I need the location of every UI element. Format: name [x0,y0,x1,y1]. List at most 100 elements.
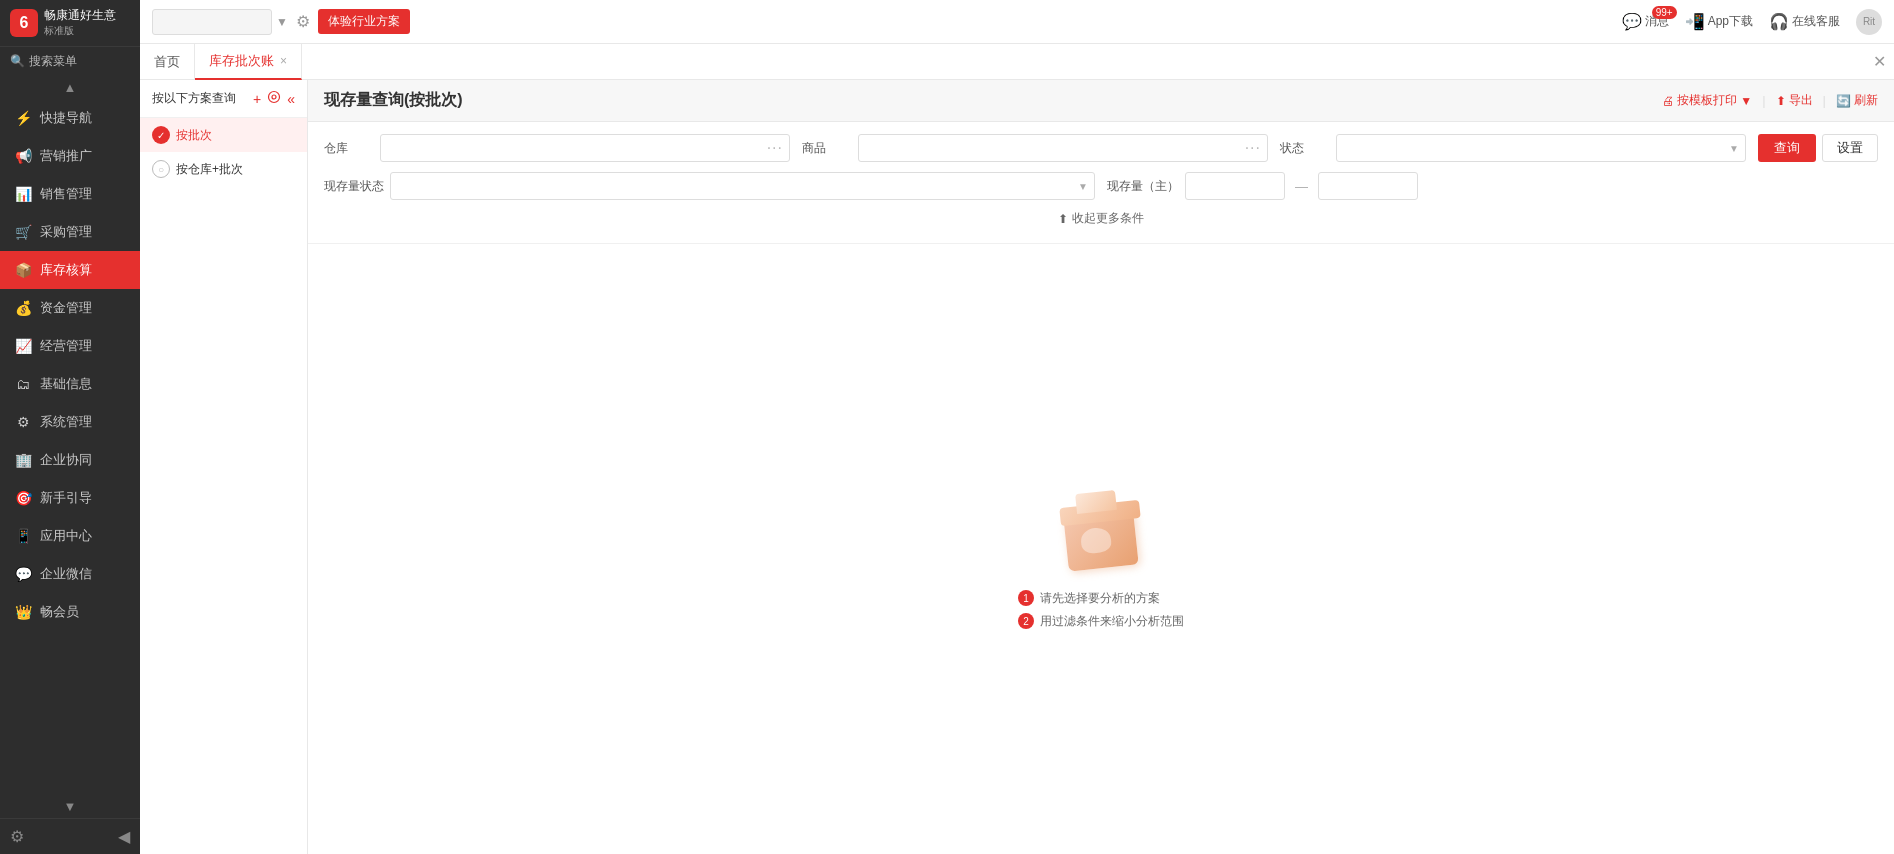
refresh-btn[interactable]: 🔄 刷新 [1836,92,1878,109]
sidebar-item-shortcut[interactable]: ⚡ 快捷导航 [0,99,140,137]
sidebar-item-base[interactable]: 🗂 基础信息 [0,365,140,403]
empty-illustration [1046,468,1156,578]
warehouse-input[interactable]: ··· [380,134,790,162]
stock-status-dropdown[interactable]: ▼ [390,172,1095,200]
user-avatar-area[interactable]: Rit [1856,9,1882,35]
finance-icon: 💰 [14,299,32,317]
warehouse-label: 仓库 [324,140,374,157]
status-dropdown[interactable]: ▼ [1336,134,1746,162]
inventory-icon: 📦 [14,261,32,279]
sidebar-label-marketing: 营销推广 [40,147,92,165]
member-icon: 👑 [14,603,32,621]
tab-inventory-batch[interactable]: 库存批次账 × [195,44,302,80]
sidebar-item-system[interactable]: ⚙ 系统管理 [0,403,140,441]
stock-status-label: 现存量状态 [324,178,384,195]
sidebar-label-finance: 资金管理 [40,299,92,317]
stock-qty-field: 现存量（主） — [1107,172,1878,200]
topbar-search-input[interactable] [152,9,272,35]
base-icon: 🗂 [14,375,32,393]
message-icon: 💬 [1622,12,1642,31]
tab-close-btn[interactable]: × [280,54,287,68]
tab-inventory-batch-label: 库存批次账 [209,52,274,70]
search-area: 仓库 ··· 商品 ··· 状态 [308,122,1894,244]
app-download-btn[interactable]: 📲 App下载 [1685,12,1753,31]
topbar-right: 💬 消息 99+ 📲 App下载 🎧 在线客服 Rit [1622,9,1882,35]
svg-point-0 [269,92,280,103]
tab-home-label: 首页 [154,53,180,71]
messages-btn[interactable]: 💬 消息 99+ [1622,12,1669,31]
experience-btn[interactable]: 体验行业方案 [318,9,410,34]
tab-home[interactable]: 首页 [140,44,195,80]
sidebar-item-appstore[interactable]: 📱 应用中心 [0,517,140,555]
app-download-label: App下载 [1708,13,1753,30]
sidebar-item-sales[interactable]: 📊 销售管理 [0,175,140,213]
page-header: 现存量查询(按批次) 🖨 按模板打印 ▼ | ⬆ 导出 | 🔄 [308,80,1894,122]
template-print-label: 按模板打印 [1677,92,1737,109]
plan-item-by-warehouse-batch[interactable]: ○ 按仓库+批次 [140,152,307,186]
topbar-gear-btn[interactable]: ⚙ [292,8,314,35]
plan-item-by-batch[interactable]: ✓ 按批次 [140,118,307,152]
sidebar-nav: ⚡ 快捷导航 📢 营销推广 📊 销售管理 🛒 采购管理 📦 库存核算 💰 资金管… [0,99,140,795]
app-edition: 标准版 [44,24,116,38]
plan-label-by-warehouse-batch: 按仓库+批次 [176,161,243,178]
sidebar-item-newbie[interactable]: 🎯 新手引导 [0,479,140,517]
service-icon: 🎧 [1769,12,1789,31]
sidebar-search[interactable]: 🔍 搜索菜单 [0,47,140,76]
scroll-down-btn[interactable]: ▼ [0,795,140,818]
sidebar-label-enterprise: 企业协同 [40,451,92,469]
refresh-label: 刷新 [1854,92,1878,109]
sidebar-item-enterprise[interactable]: 🏢 企业协同 [0,441,140,479]
plan-settings-btn[interactable] [267,90,281,107]
sidebar-label-operations: 经营管理 [40,337,92,355]
plan-icon-outline-warehouse: ○ [152,160,170,178]
stock-qty-from[interactable] [1185,172,1285,200]
query-btn[interactable]: 查询 [1758,134,1816,162]
collapse-more-btn[interactable]: ⬆ 收起更多条件 [324,206,1878,231]
sidebar-item-wechat[interactable]: 💬 企业微信 [0,555,140,593]
empty-hints: 1 请先选择要分析的方案 2 用过滤条件来缩小分析范围 [1018,590,1184,630]
search-actions: 查询 设置 [1758,134,1878,162]
stock-qty-to[interactable] [1318,172,1418,200]
system-icon: ⚙ [14,413,32,431]
divider1: | [1762,93,1765,108]
refresh-icon: 🔄 [1836,94,1851,108]
template-print-btn[interactable]: 🖨 按模板打印 ▼ [1662,92,1752,109]
tabs-bar: 首页 库存批次账 × ✕ [140,44,1894,80]
plan-label-by-batch: 按批次 [176,127,212,144]
sidebar-label-wechat: 企业微信 [40,565,92,583]
left-panel-actions: + « [253,90,295,107]
export-btn[interactable]: ⬆ 导出 [1776,92,1813,109]
print-dropdown-icon: ▼ [1740,94,1752,108]
warehouse-field: 仓库 ··· [324,134,790,162]
topbar: ▼ ⚙ 体验行业方案 💬 消息 99+ 📲 App下载 🎧 在线客服 Rit [140,0,1894,44]
sidebar-item-inventory[interactable]: 📦 库存核算 [0,251,140,289]
status-dropdown-arrow: ▼ [1729,143,1739,154]
page-title: 现存量查询(按批次) [324,90,463,111]
sidebar-label-purchase: 采购管理 [40,223,92,241]
sidebar-item-purchase[interactable]: 🛒 采购管理 [0,213,140,251]
left-panel-header: 按以下方案查询 + « [140,80,307,118]
sidebar-item-member[interactable]: 👑 畅会员 [0,593,140,631]
search-icon: 🔍 [10,54,25,68]
sidebar-item-marketing[interactable]: 📢 营销推广 [0,137,140,175]
sidebar-item-operations[interactable]: 📈 经营管理 [0,327,140,365]
app-info: 畅康通好生意 标准版 [44,8,116,38]
footer-collapse-icon[interactable]: ◀ [118,827,130,846]
collapse-panel-btn[interactable]: « [287,91,295,107]
add-plan-btn[interactable]: + [253,91,261,107]
appstore-icon: 📱 [14,527,32,545]
content-area: 按以下方案查询 + « ✓ 按批次 ○ 按仓库 [140,80,1894,854]
scroll-up-btn[interactable]: ▲ [0,76,140,99]
enterprise-icon: 🏢 [14,451,32,469]
product-input[interactable]: ··· [858,134,1268,162]
footer-settings-icon[interactable]: ⚙ [10,827,24,846]
topbar-dropdown-btn[interactable]: ▼ [276,15,288,29]
hint-text-2: 用过滤条件来缩小分析范围 [1040,613,1184,630]
close-all-btn[interactable]: ✕ [1873,52,1886,71]
settings-btn[interactable]: 设置 [1822,134,1878,162]
sidebar-item-finance[interactable]: 💰 资金管理 [0,289,140,327]
stock-status-arrow: ▼ [1078,181,1088,192]
company-name: 畅康通好生意 [44,8,116,24]
hint-item-1: 1 请先选择要分析的方案 [1018,590,1184,607]
online-service-btn[interactable]: 🎧 在线客服 [1769,12,1840,31]
